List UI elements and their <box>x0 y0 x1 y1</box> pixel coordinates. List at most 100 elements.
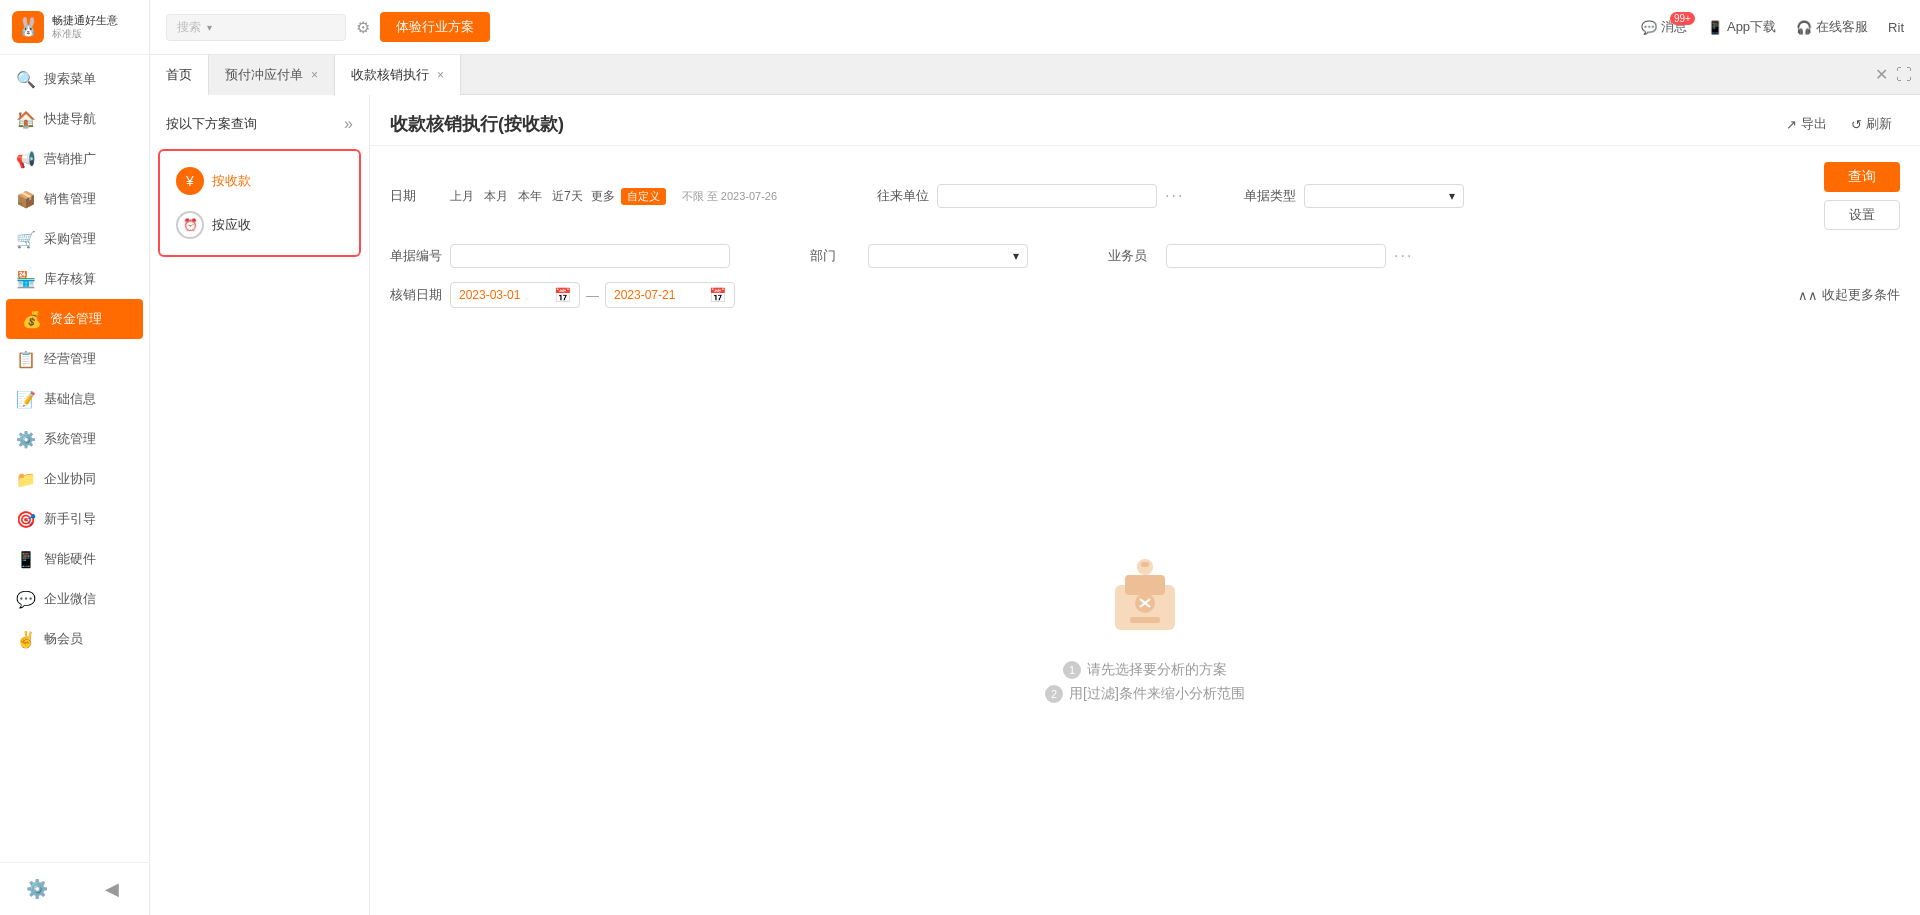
doc-no-input[interactable] <box>450 244 730 268</box>
export-button[interactable]: ↗ 导出 <box>1778 111 1835 137</box>
refresh-button[interactable]: ↺ 刷新 <box>1843 111 1900 137</box>
search-form: 日期 上月 本月 本年 近7天 更多 自定义 不限 至 2023-07-26 <box>370 146 1920 338</box>
tabs-bar: 首页 预付冲应付单 × 收款核销执行 × ✕ ⛶ <box>150 55 1920 95</box>
filter-by-receivable[interactable]: ⏰ 按应收 <box>160 203 359 247</box>
main-panel: 收款核销执行(按收款) ↗ 导出 ↺ 刷新 日期 <box>370 95 1920 915</box>
shortcut-this-year[interactable]: 本年 <box>516 187 544 206</box>
search-box[interactable]: 搜索 ▾ <box>166 14 346 41</box>
collapse-icon[interactable]: ◀ <box>96 873 128 905</box>
gear-icon[interactable]: ⚙ <box>356 18 370 37</box>
receipt-option-icon: ¥ <box>176 167 204 195</box>
doc-no-label: 单据编号 <box>390 247 442 265</box>
topbar-right: 💬 消息 99+ 📱 App下载 🎧 在线客服 Rit <box>1641 18 1904 36</box>
tab-receipt-label: 收款核销执行 <box>351 66 429 84</box>
dept-select-chevron-icon: ▾ <box>1013 249 1019 263</box>
user-avatar[interactable]: Rit <box>1888 20 1904 35</box>
staff-dots-icon[interactable]: ··· <box>1394 247 1413 265</box>
message-icon: 💬 <box>1641 20 1657 35</box>
filter-collapse-icon[interactable]: » <box>344 115 353 133</box>
app-label: App下载 <box>1727 18 1776 36</box>
doc-no-field: 单据编号 <box>390 244 730 268</box>
empty-state: 1 请先选择要分析的方案 2 用[过滤]条件来缩小分析范围 <box>370 338 1920 915</box>
sidebar-item-inventory[interactable]: 🏪库存核算 <box>0 259 149 299</box>
sidebar-item-marketing[interactable]: 📢营销推广 <box>0 139 149 179</box>
date-shortcuts: 上月 本月 本年 近7天 更多 自定义 <box>448 187 666 206</box>
app-download-button[interactable]: 📱 App下载 <box>1707 18 1776 36</box>
solution-button[interactable]: 体验行业方案 <box>380 12 490 42</box>
shortcut-this-month[interactable]: 本月 <box>482 187 510 206</box>
sidebar-item-guide[interactable]: 🎯新手引导 <box>0 499 149 539</box>
finance-icon: 💰 <box>22 309 42 329</box>
online-service-button[interactable]: 🎧 在线客服 <box>1796 18 1868 36</box>
empty-illustration <box>1095 545 1195 645</box>
quick-nav-icon: 🏠 <box>16 109 36 129</box>
sidebar-item-hardware[interactable]: 📱智能硬件 <box>0 539 149 579</box>
shortcut-last-month[interactable]: 上月 <box>448 187 476 206</box>
filter-by-receipt[interactable]: ¥ 按收款 <box>160 159 359 203</box>
calendar-end-icon[interactable]: 📅 <box>709 287 726 303</box>
setting-button[interactable]: 设置 <box>1824 200 1900 230</box>
sidebar-item-basic-info[interactable]: 📝基础信息 <box>0 379 149 419</box>
offset-date-range: 2023-03-01 📅 — 2023-07-21 📅 <box>450 282 735 308</box>
system-icon: ⚙️ <box>16 429 36 449</box>
staff-input[interactable] <box>1166 244 1386 268</box>
logo: 🐰 畅捷通好生意 标准版 <box>0 0 149 55</box>
sidebar-item-enterprise[interactable]: 📁企业协同 <box>0 459 149 499</box>
svg-rect-7 <box>1141 562 1149 567</box>
dept-select[interactable]: ▾ <box>868 244 1028 268</box>
tab-prepay-label: 预付冲应付单 <box>225 66 303 84</box>
partner-dots-icon[interactable]: ··· <box>1165 187 1184 205</box>
service-label: 在线客服 <box>1816 18 1868 36</box>
management-icon: 📋 <box>16 349 36 369</box>
sidebar-item-purchase[interactable]: 🛒采购管理 <box>0 219 149 259</box>
tab-receipt-close-icon[interactable]: × <box>437 68 444 82</box>
offset-date-label: 核销日期 <box>390 286 442 304</box>
tab-expand-icon[interactable]: ⛶ <box>1896 66 1912 84</box>
date-label: 日期 <box>390 187 440 205</box>
filter-title: 按以下方案查询 » <box>150 107 369 141</box>
purchase-icon: 🛒 <box>16 229 36 249</box>
tab-receipt-offset[interactable]: 收款核销执行 × <box>335 55 461 95</box>
tab-close-all-icon[interactable]: ✕ <box>1875 65 1888 84</box>
sidebar-bottom: ⚙️ ◀ <box>0 862 149 915</box>
doc-type-select[interactable]: ▾ <box>1304 184 1464 208</box>
tab-prepay-close-icon[interactable]: × <box>311 68 318 82</box>
offset-date-end-value: 2023-07-21 <box>614 288 675 302</box>
query-button[interactable]: 查询 <box>1824 162 1900 192</box>
chevron-down-icon[interactable]: ▾ <box>207 22 212 33</box>
sidebar-item-weixin[interactable]: 💬企业微信 <box>0 579 149 619</box>
inventory-icon: 🏪 <box>16 269 36 289</box>
svg-rect-1 <box>1125 575 1165 595</box>
sidebar-item-management[interactable]: 📋经营管理 <box>0 339 149 379</box>
sidebar-item-sales[interactable]: 📦销售管理 <box>0 179 149 219</box>
logo-sub: 标准版 <box>52 27 118 41</box>
empty-tip-2: 2 用[过滤]条件来缩小分析范围 <box>1045 685 1245 703</box>
weixin-icon: 💬 <box>16 589 36 609</box>
settings-icon[interactable]: ⚙️ <box>21 873 53 905</box>
sidebar-item-search-menu[interactable]: 🔍搜索菜单 <box>0 59 149 99</box>
sidebar-item-system[interactable]: ⚙️系统管理 <box>0 419 149 459</box>
calendar-start-icon[interactable]: 📅 <box>554 287 571 303</box>
collapse-more-button[interactable]: ∧∧ 收起更多条件 <box>1798 286 1900 304</box>
app-icon: 📱 <box>1707 20 1723 35</box>
topbar: 搜索 ▾ ⚙ 体验行业方案 💬 消息 99+ 📱 App下载 🎧 在线客服 Ri… <box>150 0 1920 55</box>
tabs-actions: ✕ ⛶ <box>1875 65 1920 84</box>
staff-field: 业务员 ··· <box>1108 244 1413 268</box>
collapse-chevron-icon: ∧∧ <box>1798 288 1818 303</box>
sidebar-item-finance[interactable]: 💰资金管理 <box>6 299 143 339</box>
message-button[interactable]: 💬 消息 99+ <box>1641 18 1687 36</box>
partner-input[interactable] <box>937 184 1157 208</box>
receivable-option-label: 按应收 <box>212 216 251 234</box>
offset-date-start-input[interactable]: 2023-03-01 📅 <box>450 282 580 308</box>
offset-date-end-input[interactable]: 2023-07-21 📅 <box>605 282 735 308</box>
tab-home[interactable]: 首页 <box>150 55 209 95</box>
shortcut-more[interactable]: 更多 <box>591 188 615 205</box>
service-icon: 🎧 <box>1796 20 1812 35</box>
sidebar-item-quick-nav[interactable]: 🏠快捷导航 <box>0 99 149 139</box>
tab-prepay-conflict[interactable]: 预付冲应付单 × <box>209 55 335 95</box>
svg-rect-5 <box>1130 617 1160 623</box>
sidebar-item-vip[interactable]: ✌️畅会员 <box>0 619 149 659</box>
shortcut-7days[interactable]: 近7天 <box>550 187 585 206</box>
shortcut-custom[interactable]: 自定义 <box>621 188 666 205</box>
receipt-option-label: 按收款 <box>212 172 251 190</box>
